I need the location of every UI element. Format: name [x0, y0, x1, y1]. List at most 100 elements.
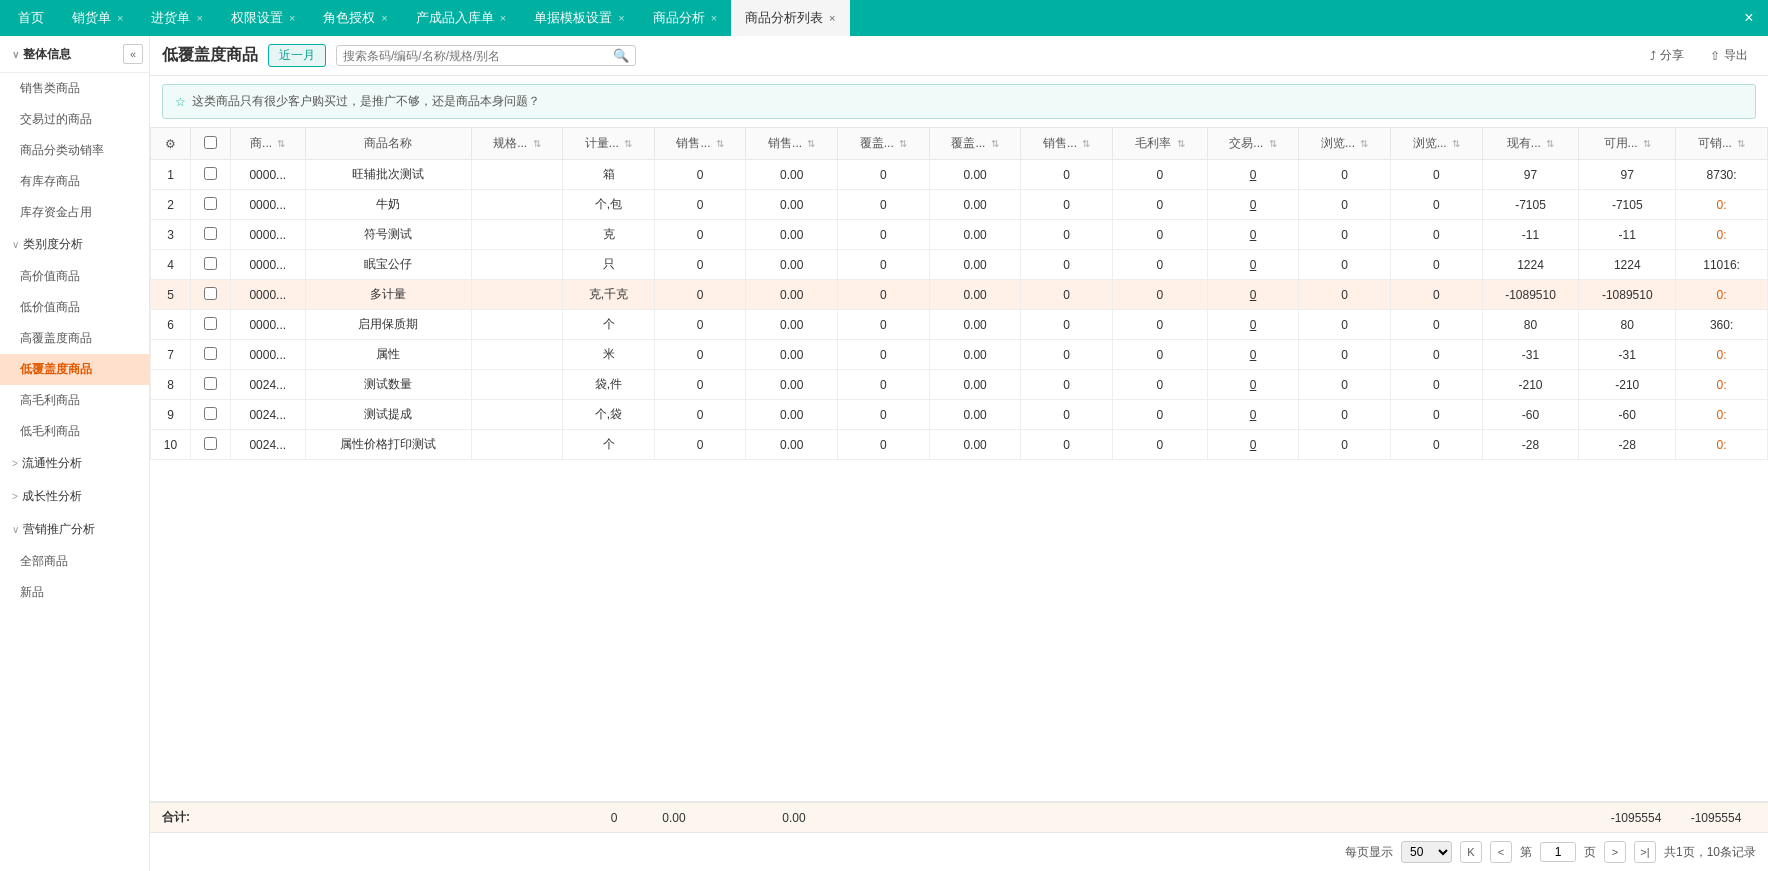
row-transaction[interactable]: 0 [1207, 280, 1299, 310]
row-transaction[interactable]: 0 [1207, 190, 1299, 220]
sidebar-item-all-goods[interactable]: 全部商品 [0, 546, 149, 577]
row-checkbox-cell[interactable] [191, 370, 230, 400]
col-sales-qty[interactable]: 销售... ⇅ [654, 128, 746, 160]
row-checkbox-cell[interactable] [191, 280, 230, 310]
transaction-link[interactable]: 0 [1250, 168, 1257, 182]
nav-tab-purchase[interactable]: 进货单 × [137, 0, 216, 36]
first-page-button[interactable]: K [1460, 841, 1482, 863]
sidebar-item-low-margin[interactable]: 低毛利商品 [0, 416, 149, 447]
row-transaction[interactable]: 0 [1207, 340, 1299, 370]
col-views1[interactable]: 浏览... ⇅ [1299, 128, 1391, 160]
row-checkbox[interactable] [204, 227, 217, 240]
nav-tab-analysis[interactable]: 商品分析 × [639, 0, 731, 36]
col-gross-margin[interactable]: 毛利率 ⇅ [1113, 128, 1208, 160]
export-button[interactable]: ⇧ 导出 [1702, 44, 1756, 67]
sidebar-section-circulation[interactable]: > 流通性分析 [0, 447, 149, 480]
close-icon[interactable]: × [381, 12, 387, 24]
transaction-link[interactable]: 0 [1250, 438, 1257, 452]
sidebar-item-new-goods[interactable]: 新品 [0, 577, 149, 608]
sidebar-section-marketing[interactable]: ∨ 营销推广分析 [0, 513, 149, 546]
close-icon[interactable]: × [289, 12, 295, 24]
sidebar-section-category[interactable]: ∨ 类别度分析 [0, 228, 149, 261]
nav-tab-template[interactable]: 单据模板设置 × [520, 0, 638, 36]
row-transaction[interactable]: 0 [1207, 310, 1299, 340]
row-checkbox[interactable] [204, 317, 217, 330]
row-checkbox-cell[interactable] [191, 340, 230, 370]
nav-tab-production[interactable]: 产成品入库单 × [402, 0, 520, 36]
col-views2[interactable]: 浏览... ⇅ [1391, 128, 1483, 160]
transaction-link[interactable]: 0 [1250, 228, 1257, 242]
row-checkbox[interactable] [204, 377, 217, 390]
transaction-link[interactable]: 0 [1250, 348, 1257, 362]
close-icon[interactable]: × [829, 12, 835, 24]
search-input[interactable] [343, 49, 609, 63]
row-checkbox-cell[interactable] [191, 400, 230, 430]
page-number-input[interactable] [1540, 842, 1576, 862]
row-checkbox-cell[interactable] [191, 160, 230, 190]
row-transaction[interactable]: 0 [1207, 220, 1299, 250]
row-transaction[interactable]: 0 [1207, 430, 1299, 460]
transaction-link[interactable]: 0 [1250, 198, 1257, 212]
row-checkbox-cell[interactable] [191, 310, 230, 340]
row-checkbox-cell[interactable] [191, 190, 230, 220]
row-checkbox[interactable] [204, 167, 217, 180]
nav-tab-sales[interactable]: 销货单 × [58, 0, 137, 36]
col-coverage2[interactable]: 覆盖... ⇅ [929, 128, 1021, 160]
close-icon[interactable]: × [196, 12, 202, 24]
col-transaction[interactable]: 交易... ⇅ [1207, 128, 1299, 160]
row-checkbox[interactable] [204, 437, 217, 450]
row-checkbox-cell[interactable] [191, 250, 230, 280]
row-checkbox[interactable] [204, 407, 217, 420]
col-sales-rate[interactable]: 销售... ⇅ [1021, 128, 1113, 160]
next-page-button[interactable]: > [1604, 841, 1626, 863]
col-coverage1[interactable]: 覆盖... ⇅ [838, 128, 930, 160]
row-transaction[interactable]: 0 [1207, 400, 1299, 430]
nav-tab-permission[interactable]: 权限设置 × [217, 0, 309, 36]
sidebar-section-growth[interactable]: > 成长性分析 [0, 480, 149, 513]
row-checkbox[interactable] [204, 197, 217, 210]
sidebar-collapse-button[interactable]: « [123, 44, 143, 64]
close-icon[interactable]: × [618, 12, 624, 24]
col-code[interactable]: 商... ⇅ [230, 128, 305, 160]
sidebar-item-high-coverage[interactable]: 高覆盖度商品 [0, 323, 149, 354]
row-checkbox[interactable] [204, 257, 217, 270]
row-checkbox[interactable] [204, 347, 217, 360]
prev-page-button[interactable]: < [1490, 841, 1512, 863]
nav-tab-analysis-list[interactable]: 商品分析列表 × [731, 0, 849, 36]
col-checkbox[interactable] [191, 128, 230, 160]
col-sales-amount[interactable]: 销售... ⇅ [746, 128, 838, 160]
row-checkbox[interactable] [204, 287, 217, 300]
sidebar-item-stock-goods[interactable]: 有库存商品 [0, 166, 149, 197]
sidebar-item-high-margin[interactable]: 高毛利商品 [0, 385, 149, 416]
sidebar-item-low-coverage[interactable]: 低覆盖度商品 [0, 354, 149, 385]
last-page-button[interactable]: >| [1634, 841, 1656, 863]
row-transaction[interactable]: 0 [1207, 250, 1299, 280]
share-button[interactable]: ⤴ 分享 [1642, 44, 1692, 67]
sidebar-section-overall[interactable]: ∨ 整体信息 [12, 46, 123, 63]
col-unit[interactable]: 计量... ⇅ [563, 128, 655, 160]
row-transaction[interactable]: 0 [1207, 160, 1299, 190]
row-checkbox-cell[interactable] [191, 430, 230, 460]
select-all-checkbox[interactable] [204, 136, 217, 149]
col-settings[interactable]: ⚙ [151, 128, 191, 160]
sidebar-item-high-value[interactable]: 高价值商品 [0, 261, 149, 292]
filter-recent-month-button[interactable]: 近一月 [268, 44, 326, 67]
sidebar-item-low-value[interactable]: 低价值商品 [0, 292, 149, 323]
page-size-select[interactable]: 50 20 100 [1401, 841, 1452, 863]
close-icon[interactable]: × [500, 12, 506, 24]
row-checkbox-cell[interactable] [191, 220, 230, 250]
transaction-link[interactable]: 0 [1250, 318, 1257, 332]
nav-tab-role[interactable]: 角色授权 × [309, 0, 401, 36]
sidebar-item-sales-goods[interactable]: 销售类商品 [0, 73, 149, 104]
sidebar-item-category-rate[interactable]: 商品分类动销率 [0, 135, 149, 166]
close-icon[interactable]: × [711, 12, 717, 24]
row-transaction[interactable]: 0 [1207, 370, 1299, 400]
nav-tab-home[interactable]: 首页 [4, 0, 58, 36]
transaction-link[interactable]: 0 [1250, 258, 1257, 272]
sidebar-item-traded-goods[interactable]: 交易过的商品 [0, 104, 149, 135]
window-close-button[interactable]: × [1734, 3, 1764, 33]
col-sellable[interactable]: 可销... ⇅ [1676, 128, 1768, 160]
col-available-stock[interactable]: 可用... ⇅ [1579, 128, 1676, 160]
close-icon[interactable]: × [117, 12, 123, 24]
transaction-link[interactable]: 0 [1250, 378, 1257, 392]
